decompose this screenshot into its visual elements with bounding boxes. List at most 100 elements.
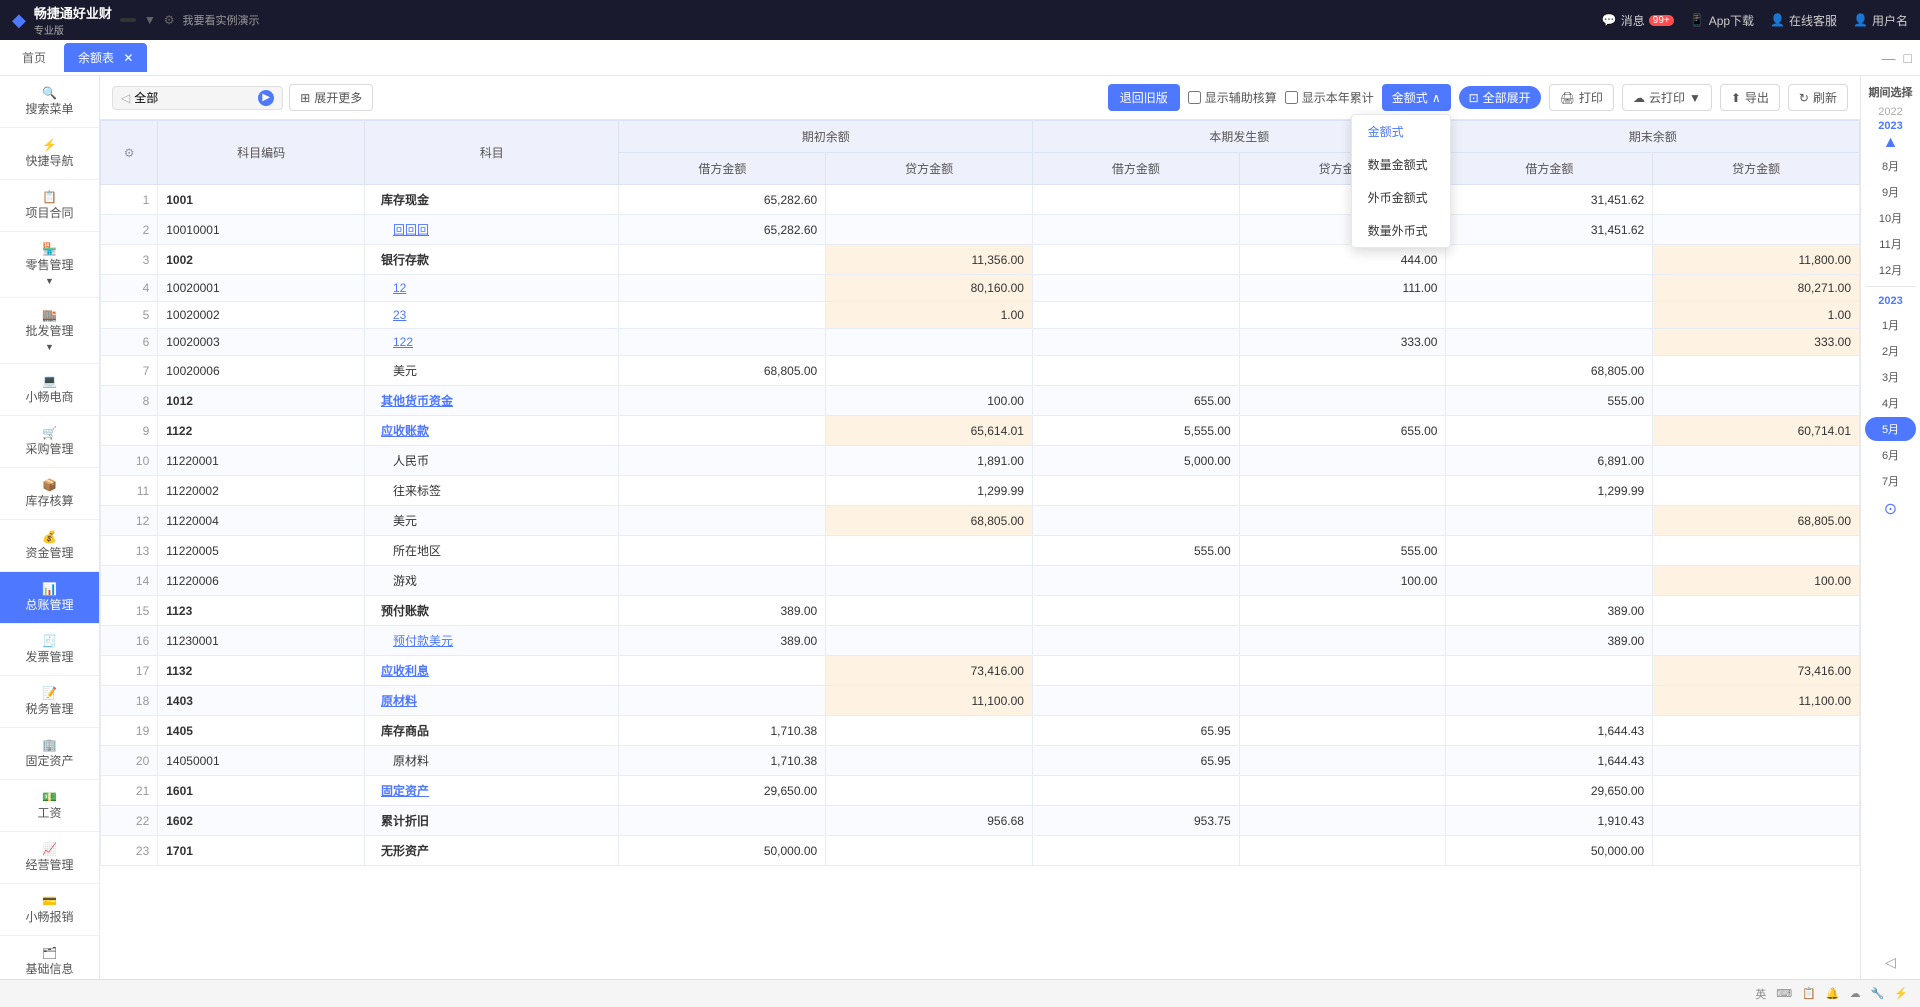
row-name[interactable]: 回回回 bbox=[365, 215, 619, 245]
month-down-arrow-icon[interactable]: ⊙ bbox=[1884, 499, 1897, 519]
window-minimize-btn[interactable]: — bbox=[1882, 50, 1896, 66]
month-4[interactable]: 4月 bbox=[1865, 391, 1916, 415]
tab-home[interactable]: 首页 bbox=[8, 43, 60, 72]
online-service-label: 在线客服 bbox=[1789, 12, 1837, 29]
status-power-icon[interactable]: ⚡ bbox=[1894, 987, 1908, 1000]
row-name[interactable]: 原材料 bbox=[365, 686, 619, 716]
toolbar-left: ◁ ▶ ⊞ 展开更多 bbox=[112, 84, 1100, 111]
expand-arrow[interactable]: ▼ bbox=[144, 13, 156, 27]
refresh-btn[interactable]: ↻ 刷新 bbox=[1788, 84, 1848, 111]
app-download-btn[interactable]: 📱 App下载 bbox=[1690, 12, 1754, 29]
table-settings-icon[interactable]: ⚙ bbox=[124, 146, 135, 160]
month-7[interactable]: 7月 bbox=[1865, 469, 1916, 493]
status-lang-btn[interactable]: 英 bbox=[1755, 986, 1766, 1002]
row-name[interactable]: 其他货币资金 bbox=[365, 386, 619, 416]
mode-option-quantity-foreign[interactable]: 数量外币式 bbox=[1352, 214, 1450, 247]
mode-option-amount[interactable]: 金额式 bbox=[1352, 115, 1450, 148]
month-6[interactable]: 6月 bbox=[1865, 443, 1916, 467]
sidebar-item-basic[interactable]: 🗂 基础信息 bbox=[0, 936, 99, 979]
year-total-checkbox[interactable] bbox=[1285, 91, 1298, 104]
status-tool-icon[interactable]: 🔧 bbox=[1871, 987, 1885, 1000]
closing-credit-cell: 11,800.00 bbox=[1653, 245, 1860, 275]
user-avatar[interactable]: 👤 用户名 bbox=[1853, 12, 1908, 29]
search-box[interactable]: ◁ ▶ bbox=[112, 86, 283, 110]
sidebar-item-search[interactable]: 🔍 搜索菜单 bbox=[0, 76, 99, 128]
auxiliary-check[interactable]: 显示辅助核算 bbox=[1188, 89, 1277, 106]
closing-debit-cell: 1,644.43 bbox=[1446, 716, 1653, 746]
sidebar-item-wholesale[interactable]: 🏬 批发管理 ▼ bbox=[0, 298, 99, 364]
table-row: 16 11230001 预付款美元 389.00 389.00 bbox=[101, 626, 1860, 656]
month-8[interactable]: 8月 bbox=[1865, 154, 1916, 178]
auxiliary-checkbox[interactable] bbox=[1188, 91, 1201, 104]
row-name[interactable]: 应收利息 bbox=[365, 656, 619, 686]
sidebar-item-fixed[interactable]: 🏢 固定资产 bbox=[0, 728, 99, 780]
closing-credit-cell bbox=[1653, 716, 1860, 746]
operation-icon: 📈 bbox=[6, 842, 93, 856]
export-btn[interactable]: ⬆ 导出 bbox=[1720, 84, 1780, 111]
sidebar-item-quick-nav[interactable]: ⚡ 快捷导航 bbox=[0, 128, 99, 180]
month-up-arrow-icon[interactable]: ▲ bbox=[1883, 134, 1899, 152]
sidebar-item-invoice[interactable]: 🧾 发票管理 bbox=[0, 624, 99, 676]
month-12[interactable]: 12月 bbox=[1865, 258, 1916, 282]
month-11[interactable]: 11月 bbox=[1865, 232, 1916, 256]
sidebar-item-inventory[interactable]: 📦 库存核算 bbox=[0, 468, 99, 520]
sidebar-item-capital[interactable]: 💰 资金管理 bbox=[0, 520, 99, 572]
row-code: 1403 bbox=[158, 686, 365, 716]
mode-option-foreign-amount[interactable]: 外币金额式 bbox=[1352, 181, 1450, 214]
online-service-btn[interactable]: 👤 在线客服 bbox=[1770, 12, 1837, 29]
sidebar-item-project[interactable]: 📋 项目合同 bbox=[0, 180, 99, 232]
month-2[interactable]: 2月 bbox=[1865, 339, 1916, 363]
row-name[interactable]: 122 bbox=[365, 329, 619, 356]
table-row: 4 10020001 12 80,160.00 111.00 80,271.00 bbox=[101, 275, 1860, 302]
month-3[interactable]: 3月 bbox=[1865, 365, 1916, 389]
row-num: 17 bbox=[101, 656, 158, 686]
closing-credit-cell: 73,416.00 bbox=[1653, 656, 1860, 686]
search-left-arrow-icon: ◁ bbox=[121, 91, 130, 105]
expand-more-btn[interactable]: ⊞ 展开更多 bbox=[289, 84, 373, 111]
back-old-version-btn[interactable]: 退回旧版 bbox=[1108, 84, 1180, 111]
status-clipboard-icon[interactable]: 📋 bbox=[1802, 987, 1816, 1000]
row-name[interactable]: 应收账款 bbox=[365, 416, 619, 446]
search-input[interactable] bbox=[134, 91, 254, 105]
sidebar-item-retail[interactable]: 🏪 零售管理 ▼ bbox=[0, 232, 99, 298]
message-btn[interactable]: 💬 消息 99+ bbox=[1602, 12, 1674, 29]
sidebar-item-salary[interactable]: 💵 工资 bbox=[0, 780, 99, 832]
sidebar-item-operation[interactable]: 📈 经营管理 bbox=[0, 832, 99, 884]
panel-collapse-btn[interactable]: ◁ bbox=[1885, 954, 1896, 971]
sidebar-item-ecommerce[interactable]: 💻 小畅电商 bbox=[0, 364, 99, 416]
month-1[interactable]: 1月 bbox=[1865, 313, 1916, 337]
demo-link[interactable]: 我要看实例演示 bbox=[183, 12, 260, 28]
status-cloud-icon[interactable]: ☁ bbox=[1850, 987, 1861, 1000]
status-notification-icon[interactable]: 🔔 bbox=[1826, 987, 1840, 1000]
search-right-arrow-icon: ▶ bbox=[258, 90, 274, 106]
row-name[interactable]: 23 bbox=[365, 302, 619, 329]
status-keyboard-icon[interactable]: ⌨ bbox=[1776, 987, 1792, 1000]
window-maximize-btn[interactable]: □ bbox=[1904, 50, 1912, 66]
tab-close-icon[interactable]: ✕ bbox=[123, 51, 133, 65]
mode-btn[interactable]: 金额式 ∧ bbox=[1382, 84, 1451, 111]
row-name: 银行存款 bbox=[365, 245, 619, 275]
closing-credit-cell: 11,100.00 bbox=[1653, 686, 1860, 716]
month-5[interactable]: 5月 bbox=[1865, 417, 1916, 441]
cloud-print-btn[interactable]: ☁ 云打印 ▼ bbox=[1622, 84, 1712, 111]
opening-credit-cell bbox=[826, 215, 1033, 245]
row-name[interactable]: 预付款美元 bbox=[365, 626, 619, 656]
print-btn[interactable]: 🖨 打印 bbox=[1549, 84, 1614, 111]
closing-credit-header: 贷方金额 bbox=[1653, 153, 1860, 185]
month-9[interactable]: 9月 bbox=[1865, 180, 1916, 204]
year-total-check[interactable]: 显示本年累计 bbox=[1285, 89, 1374, 106]
settings-top[interactable]: ⚙ bbox=[164, 13, 175, 27]
refresh-icon: ↻ bbox=[1799, 91, 1809, 105]
full-expand-btn[interactable]: ⊡ 全部展开 bbox=[1459, 86, 1541, 109]
sidebar-item-general[interactable]: 📊 总账管理 bbox=[0, 572, 99, 624]
closing-debit-cell: 1,644.43 bbox=[1446, 746, 1653, 776]
row-name[interactable]: 固定资产 bbox=[365, 776, 619, 806]
month-10[interactable]: 10月 bbox=[1865, 206, 1916, 230]
mode-option-quantity-amount[interactable]: 数量金额式 bbox=[1352, 148, 1450, 181]
sidebar-item-sales[interactable]: 💳 小畅报销 bbox=[0, 884, 99, 936]
row-name[interactable]: 12 bbox=[365, 275, 619, 302]
sidebar-item-purchase[interactable]: 🛒 采购管理 bbox=[0, 416, 99, 468]
sidebar-item-tax[interactable]: 📝 税务管理 bbox=[0, 676, 99, 728]
tab-balance[interactable]: 余额表 ✕ bbox=[64, 43, 147, 72]
balance-table: ⚙ 科目编码 科目 期初余额 本期发生额 期末余额 借方金额 贷方金额 借方金额… bbox=[100, 120, 1860, 866]
